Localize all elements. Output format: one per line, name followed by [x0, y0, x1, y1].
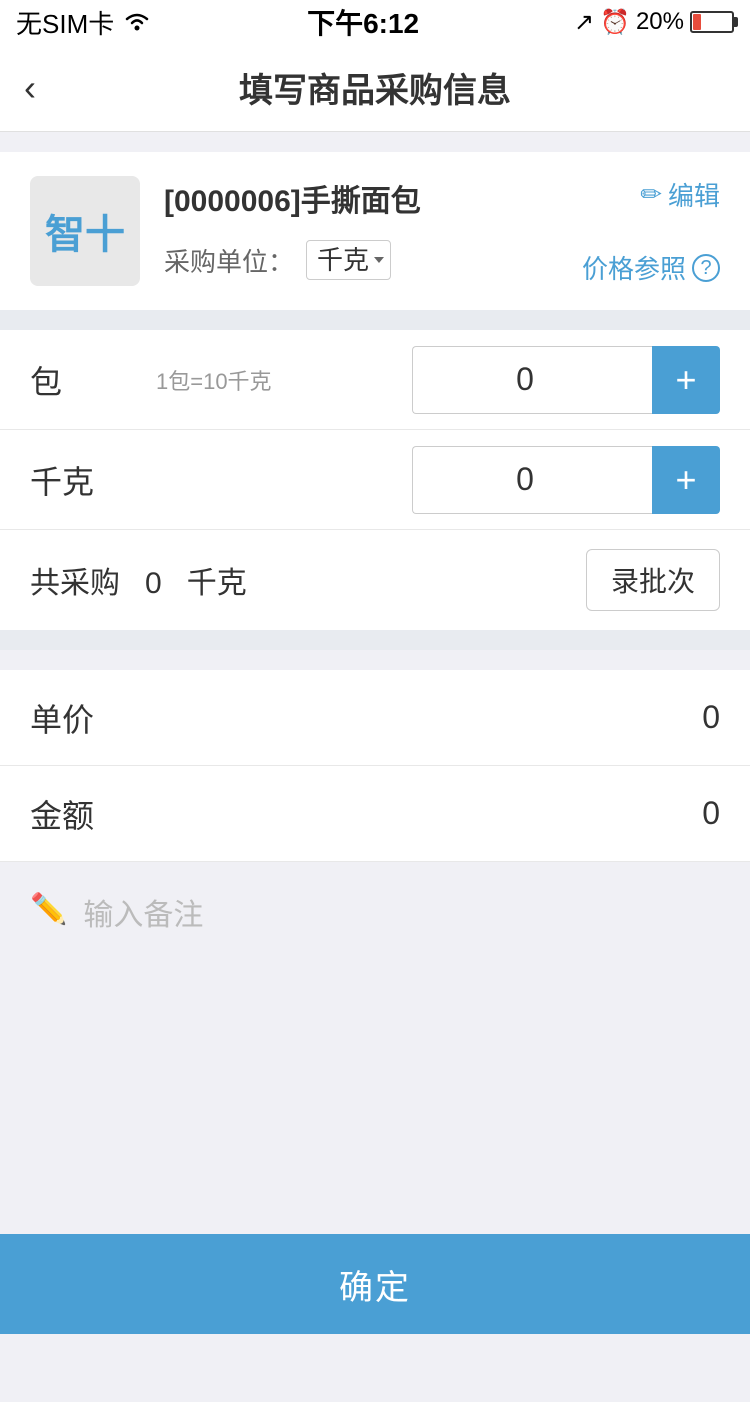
kg-label: 千克	[30, 457, 150, 503]
summary-prefix: 共采购	[30, 567, 120, 600]
product-logo: 智十	[45, 202, 125, 260]
alarm-icon: ⏰	[600, 8, 630, 37]
battery-icon	[690, 11, 734, 33]
back-button[interactable]: ‹	[24, 67, 36, 109]
unit-label: 采购单位：	[164, 242, 294, 279]
note-placeholder: 输入备注	[83, 890, 203, 934]
status-left: 无SIM卡	[16, 4, 152, 41]
bag-sublabel: 1包=10千克	[156, 364, 272, 396]
status-bar: 无SIM卡 下午6:12 ↗ ⏰ 20%	[0, 0, 750, 44]
summary-unit: 千克	[187, 567, 247, 600]
batch-button[interactable]: 录批次	[586, 549, 720, 611]
kg-input-row: 千克 +	[0, 430, 750, 530]
edit-button[interactable]: ✏ 编辑	[640, 176, 720, 213]
product-image: 智十	[30, 176, 140, 286]
kg-plus-button[interactable]: +	[652, 446, 720, 514]
sim-status: 无SIM卡	[16, 4, 114, 41]
bag-input-controls: +	[412, 346, 720, 414]
edit-label: 编辑	[668, 176, 720, 213]
status-right: ↗ ⏰ 20%	[574, 8, 734, 37]
nav-bar: ‹ 填写商品采购信息	[0, 44, 750, 132]
confirm-button[interactable]: 确定	[0, 1234, 750, 1334]
amount-label: 金额	[30, 791, 94, 837]
section-divider-2	[0, 630, 750, 650]
unit-select[interactable]: 千克 包	[306, 240, 391, 280]
input-section: 包 1包=10千克 + 千克 +	[0, 330, 750, 530]
summary-row: 共采购 0 千克 录批次	[0, 530, 750, 630]
amount-value: 0	[702, 795, 720, 832]
unit-price-label: 单价	[30, 695, 94, 741]
kg-input-controls: +	[412, 446, 720, 514]
price-ref-button[interactable]: 价格参照 ?	[582, 249, 720, 286]
summary-value: 0	[145, 567, 162, 600]
bag-input-row: 包 1包=10千克 +	[0, 330, 750, 430]
price-section: 单价 0 金额 0	[0, 670, 750, 862]
pencil-icon: ✏️	[30, 892, 67, 927]
amount-row: 金额 0	[0, 766, 750, 862]
battery-percent: 20%	[636, 8, 684, 36]
product-card: 智十 [0000006]手撕面包 采购单位： 千克 包 ✏ 编辑 价格参照 ?	[0, 152, 750, 310]
status-time: 下午6:12	[307, 2, 419, 42]
page-title: 填写商品采购信息	[239, 63, 511, 112]
product-name: [0000006]手撕面包	[164, 176, 720, 220]
price-ref-label: 价格参照	[582, 249, 686, 286]
unit-price-row: 单价 0	[0, 670, 750, 766]
location-icon: ↗	[574, 8, 594, 37]
info-icon: ?	[692, 254, 720, 282]
edit-pencil-icon: ✏	[640, 179, 662, 210]
bag-label: 包	[30, 357, 150, 403]
note-section[interactable]: ✏️ 输入备注	[0, 862, 750, 1102]
wifi-icon	[122, 7, 152, 38]
kg-quantity-input[interactable]	[412, 446, 652, 514]
unit-price-value: 0	[702, 699, 720, 736]
bag-plus-button[interactable]: +	[652, 346, 720, 414]
summary-text: 共采购 0 千克	[30, 558, 247, 602]
bag-quantity-input[interactable]	[412, 346, 652, 414]
section-divider-1	[0, 310, 750, 330]
